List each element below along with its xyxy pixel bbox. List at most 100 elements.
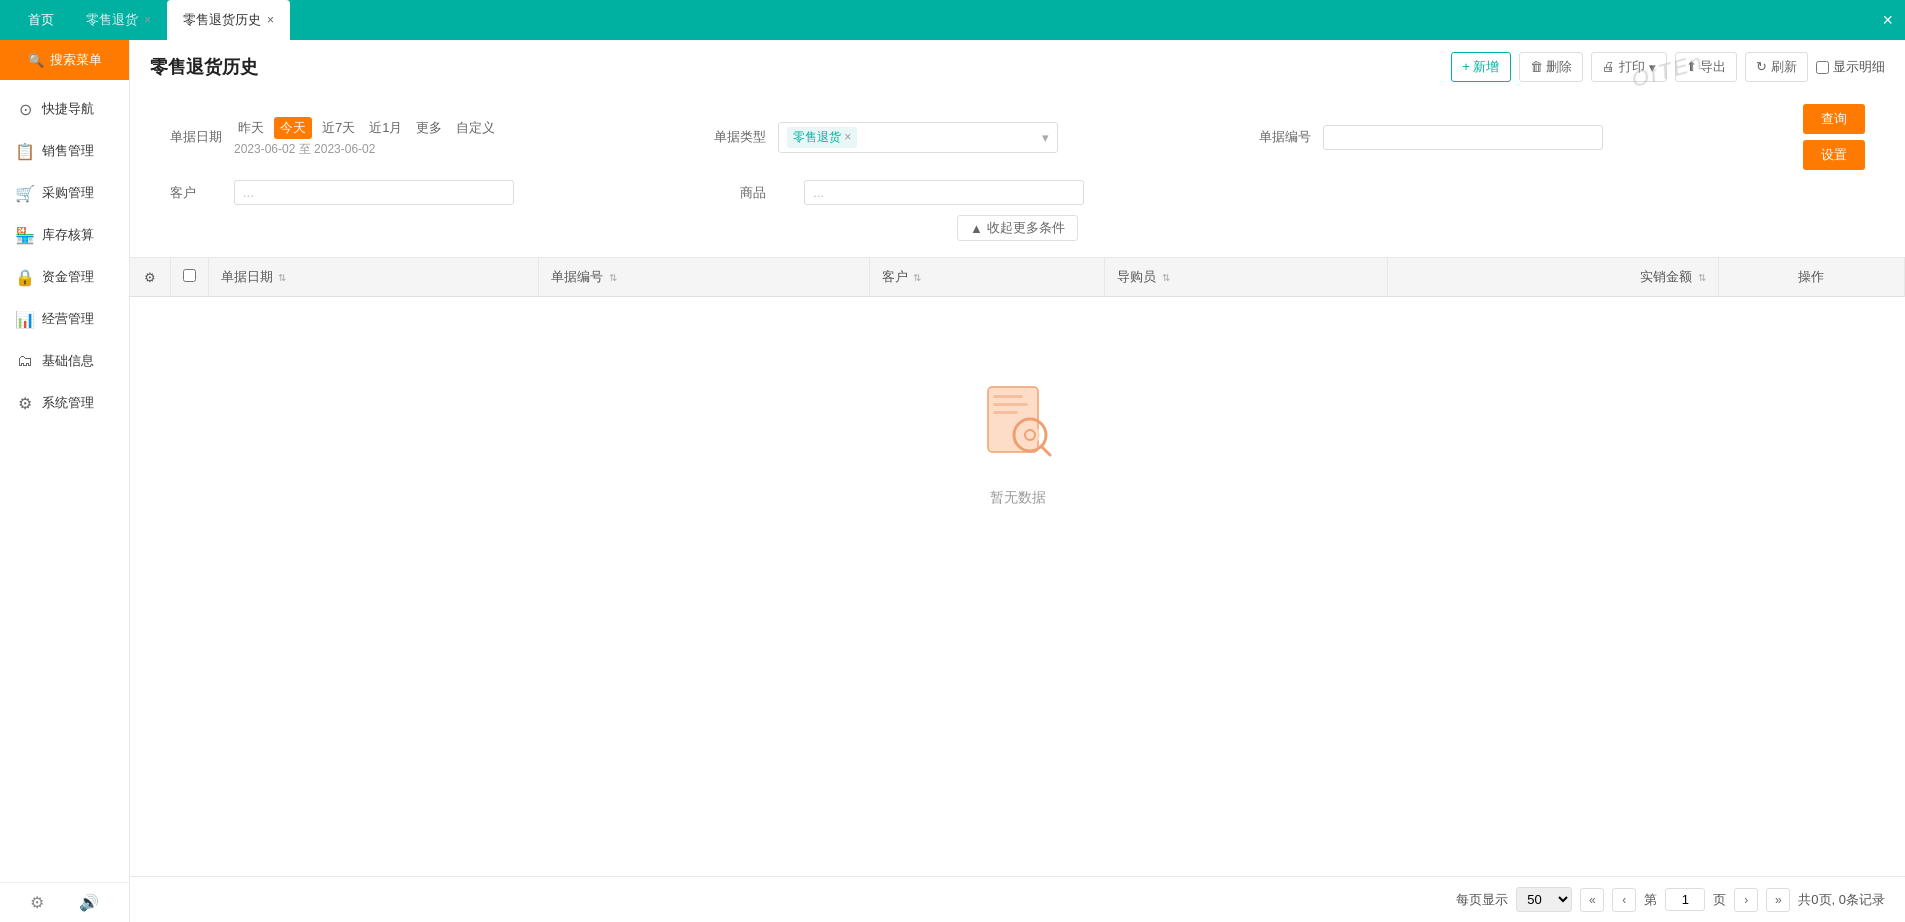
home-icon: ⊙ xyxy=(16,100,34,118)
tab-home[interactable]: 首页 xyxy=(12,0,70,40)
new-button[interactable]: + 新增 xyxy=(1451,52,1510,82)
show-detail-checkbox[interactable] xyxy=(1816,61,1829,74)
sidebar-item-operations[interactable]: 📊 经营管理 xyxy=(0,298,129,340)
date-filter-label: 单据日期 xyxy=(170,128,226,146)
sort-amount-icon: ⇅ xyxy=(1698,272,1706,283)
th-amount[interactable]: 实销金额 ⇅ xyxy=(1388,258,1719,297)
customer-label: 客户 xyxy=(170,184,226,202)
pagination: 每页显示 50 100 200 « ‹ 第 页 › » 共0页, 0条记录 xyxy=(130,876,1905,922)
export-button[interactable]: ⬆ 导出 xyxy=(1675,52,1738,82)
th-voucher-no[interactable]: 单据编号 ⇅ xyxy=(539,258,870,297)
th-checkbox[interactable] xyxy=(170,258,208,297)
th-actions: 操作 xyxy=(1718,258,1904,297)
close-retail-return-history-tab[interactable]: × xyxy=(267,13,274,27)
collapse-icon: ▲ xyxy=(970,221,983,236)
page-header: 零售退货历史 + 新增 🗑 删除 🖨 打印 ▾ ⬆ 导出 ↻ 刷新 显示明细 xyxy=(130,40,1905,258)
page-number-input[interactable] xyxy=(1665,888,1705,911)
per-page-label: 每页显示 xyxy=(1456,891,1508,909)
dropdown-arrow-icon: ▾ xyxy=(1042,130,1049,145)
th-customer[interactable]: 客户 ⇅ xyxy=(869,258,1105,297)
collapse-label: 收起更多条件 xyxy=(987,219,1065,237)
tab-retail-return-history[interactable]: 零售退货历史 × xyxy=(167,0,290,40)
window-close-button[interactable]: × xyxy=(1882,10,1893,31)
refresh-button[interactable]: ↻ 刷新 xyxy=(1745,52,1808,82)
select-all-checkbox[interactable] xyxy=(183,269,196,282)
sales-icon: 📋 xyxy=(16,142,34,160)
gear-button[interactable]: ⚙ xyxy=(30,893,44,912)
show-detail-checkbox-label[interactable]: 显示明细 xyxy=(1816,58,1885,76)
sort-date-icon: ⇅ xyxy=(278,272,286,283)
filter-goods: 商品 ... xyxy=(740,180,1294,205)
date-opt-more[interactable]: 更多 xyxy=(412,117,446,139)
first-page-button[interactable]: « xyxy=(1580,888,1604,912)
page-title-row: 零售退货历史 + 新增 🗑 删除 🖨 打印 ▾ ⬆ 导出 ↻ 刷新 显示明细 xyxy=(150,52,1885,82)
query-button[interactable]: 查询 xyxy=(1803,104,1865,134)
sidebar-item-finance[interactable]: 🔒 资金管理 xyxy=(0,256,129,298)
top-bar: 首页 零售退货 × 零售退货历史 × × xyxy=(0,0,1905,40)
voucher-type-tag-close[interactable]: × xyxy=(844,130,851,144)
sidebar-item-quick-nav[interactable]: ⊙ 快捷导航 xyxy=(0,88,129,130)
svg-rect-2 xyxy=(993,403,1028,406)
prev-page-button[interactable]: ‹ xyxy=(1612,888,1636,912)
sidebar-item-basic-info[interactable]: 🗂 基础信息 xyxy=(0,340,129,382)
svg-point-5 xyxy=(1020,425,1040,445)
tab-retail-return[interactable]: 零售退货 × xyxy=(70,0,167,40)
settings-icon: ⚙ xyxy=(144,270,156,285)
delete-button[interactable]: 🗑 删除 xyxy=(1519,52,1584,82)
filter-date: 单据日期 昨天 今天 近7天 近1月 更多 自定义 2023-06-02 至 2… xyxy=(170,117,698,158)
chevron-down-icon: ▾ xyxy=(1649,60,1656,75)
sort-customer-icon: ⇅ xyxy=(913,272,921,283)
filter-area: 单据日期 昨天 今天 近7天 近1月 更多 自定义 2023-06-02 至 2… xyxy=(150,94,1885,257)
next-page-button[interactable]: › xyxy=(1734,888,1758,912)
date-opt-today[interactable]: 今天 xyxy=(274,117,312,139)
empty-text: 暂无数据 xyxy=(990,489,1046,507)
sidebar-item-purchase[interactable]: 🛒 采购管理 xyxy=(0,172,129,214)
voucher-no-input[interactable] xyxy=(1323,125,1603,150)
date-options-block: 昨天 今天 近7天 近1月 更多 自定义 2023-06-02 至 2023-0… xyxy=(234,117,499,158)
voucher-type-tag: 零售退货 × xyxy=(787,127,857,148)
date-opt-custom[interactable]: 自定义 xyxy=(452,117,499,139)
action-buttons: 查询 设置 xyxy=(1803,104,1865,170)
total-label: 共0页, 0条记录 xyxy=(1798,891,1885,909)
sidebar-search[interactable]: 🔍 搜索菜单 xyxy=(0,40,129,80)
voucher-type-select[interactable]: 零售退货 × ▾ xyxy=(778,122,1058,153)
date-opt-1month[interactable]: 近1月 xyxy=(365,117,406,139)
page-title: 零售退货历史 xyxy=(150,55,258,79)
th-settings[interactable]: ⚙ xyxy=(130,258,170,297)
table-header-row: ⚙ 单据日期 ⇅ 单据编号 ⇅ xyxy=(130,258,1905,297)
tab-list: 首页 零售退货 × 零售退货历史 × xyxy=(12,0,1882,40)
page-label: 页 xyxy=(1713,891,1726,909)
filter-voucher-type: 单据类型 零售退货 × ▾ xyxy=(714,122,1242,153)
collapse-button[interactable]: ▲ 收起更多条件 xyxy=(957,215,1078,241)
date-opt-7days[interactable]: 近7天 xyxy=(318,117,359,139)
sort-vno-icon: ⇅ xyxy=(609,272,617,283)
date-opt-yesterday[interactable]: 昨天 xyxy=(234,117,268,139)
sort-guide-icon: ⇅ xyxy=(1162,272,1170,283)
print-button[interactable]: 🖨 打印 ▾ xyxy=(1591,52,1667,82)
sidebar-item-sales[interactable]: 📋 销售管理 xyxy=(0,130,129,172)
th-date[interactable]: 单据日期 ⇅ xyxy=(208,258,539,297)
filter-customer: 客户 ... xyxy=(170,180,724,205)
last-page-button[interactable]: » xyxy=(1766,888,1790,912)
th-guide[interactable]: 导购员 ⇅ xyxy=(1105,258,1388,297)
date-options: 昨天 今天 近7天 近1月 更多 自定义 xyxy=(234,117,499,139)
sidebar-item-inventory[interactable]: 🏪 库存核算 xyxy=(0,214,129,256)
system-icon: ⚙ xyxy=(16,394,34,412)
finance-icon: 🔒 xyxy=(16,268,34,286)
svg-line-6 xyxy=(1041,446,1050,455)
per-page-select[interactable]: 50 100 200 xyxy=(1516,887,1572,912)
svg-rect-3 xyxy=(993,411,1018,414)
sidebar-item-system[interactable]: ⚙ 系统管理 xyxy=(0,382,129,424)
goods-select[interactable]: ... xyxy=(804,180,1084,205)
customer-select[interactable]: ... xyxy=(234,180,514,205)
table-area: ⚙ 单据日期 ⇅ 单据编号 ⇅ xyxy=(130,258,1905,922)
basic-info-icon: 🗂 xyxy=(16,352,34,370)
close-retail-return-tab[interactable]: × xyxy=(144,13,151,27)
date-range-display: 2023-06-02 至 2023-06-02 xyxy=(234,141,499,158)
speaker-button[interactable]: 🔊 xyxy=(79,893,99,912)
goods-label: 商品 xyxy=(740,184,796,202)
settings-button[interactable]: 设置 xyxy=(1803,140,1865,170)
svg-rect-1 xyxy=(993,395,1023,398)
content-area: 零售退货历史 + 新增 🗑 删除 🖨 打印 ▾ ⬆ 导出 ↻ 刷新 显示明细 xyxy=(130,40,1905,922)
sidebar-nav: ⊙ 快捷导航 📋 销售管理 🛒 采购管理 🏪 库存核算 🔒 资金管理 📊 xyxy=(0,80,129,882)
